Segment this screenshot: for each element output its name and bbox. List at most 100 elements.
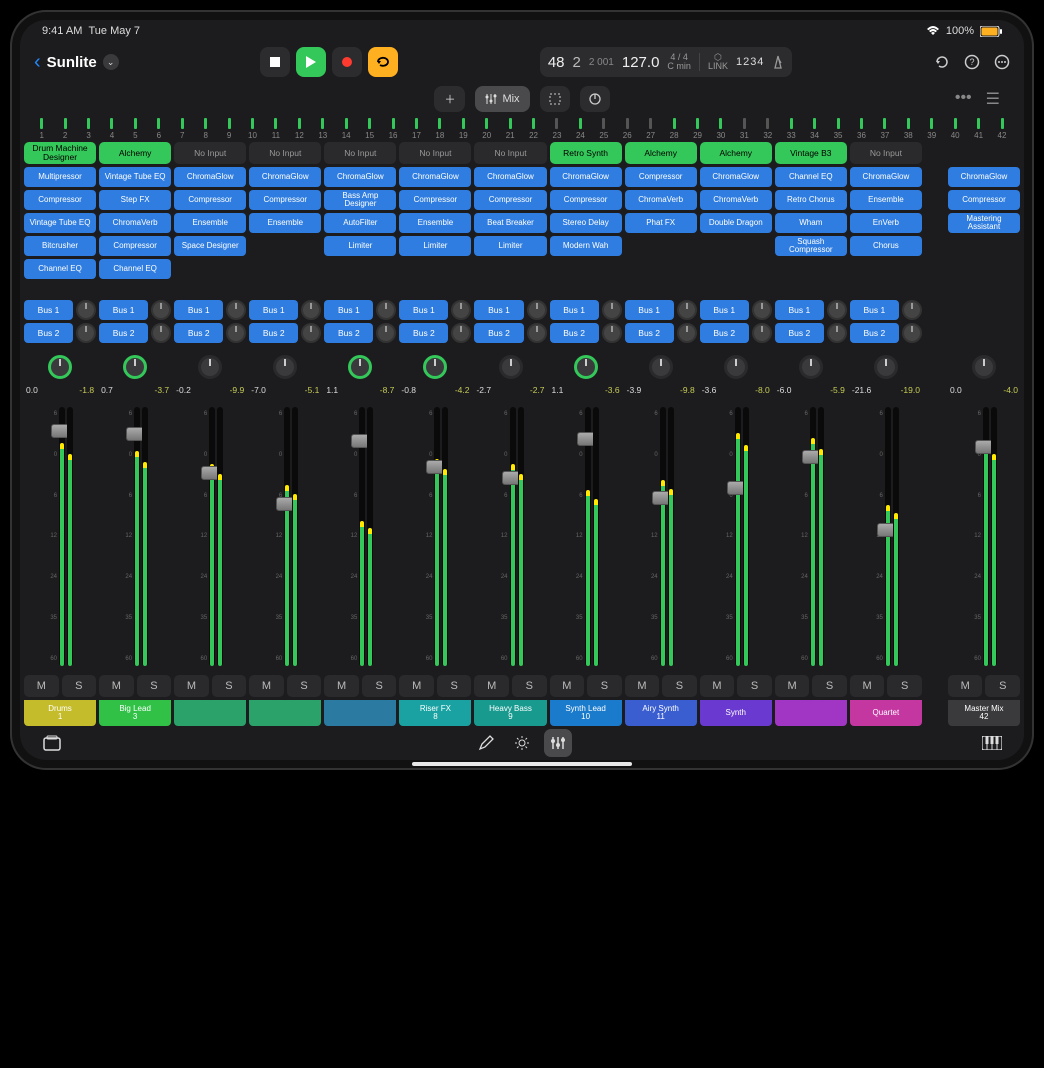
mute-button[interactable]: M [399,675,434,697]
pan-knob[interactable] [874,355,898,379]
solo-button[interactable]: S [887,675,922,697]
send-knob[interactable] [827,323,847,343]
more-icon[interactable] [994,54,1010,70]
plugin-slot[interactable]: Limiter [474,236,546,256]
channel-name[interactable] [775,700,847,726]
mute-button[interactable]: M [850,675,885,697]
instrument-slot[interactable]: Alchemy [99,142,171,164]
send-knob[interactable] [902,323,922,343]
mute-button[interactable]: M [948,675,983,697]
undo-icon[interactable] [934,54,950,70]
send-knob[interactable] [451,300,471,320]
send-knob[interactable] [226,323,246,343]
back-button[interactable]: ‹ [34,51,41,74]
plugin-slot[interactable]: Channel EQ [24,259,96,279]
add-button[interactable]: ＋ [434,86,465,112]
plugin-slot[interactable]: ChromaGlow [550,167,622,187]
instrument-slot[interactable]: Alchemy [700,142,772,164]
send-knob[interactable] [151,300,171,320]
channel-name[interactable]: Big Lead3 [99,700,171,726]
send-knob[interactable] [451,323,471,343]
plugin-slot[interactable]: Wham [775,213,847,233]
project-title[interactable]: Sunlite [47,54,97,71]
view-more-icon[interactable]: ••• [955,89,972,109]
mute-button[interactable]: M [24,675,59,697]
fader-track[interactable] [434,407,440,666]
channel-name[interactable]: Synth Lead10 [550,700,622,726]
loop-button[interactable] [368,47,398,77]
send-slot[interactable]: Bus 1 [399,300,448,320]
track-ruler[interactable]: 1234567891011121314151617181920212223242… [20,116,1024,142]
plugin-slot[interactable]: Mastering Assistant [948,213,1020,233]
mixer-icon[interactable] [544,729,572,757]
brightness-icon[interactable] [508,729,536,757]
send-knob[interactable] [677,300,697,320]
plugin-slot[interactable]: Vintage Tube EQ [99,167,171,187]
link-button[interactable]: ⬡LINK [708,53,728,71]
plugin-slot[interactable]: Compressor [174,190,246,210]
send-knob[interactable] [752,323,772,343]
instrument-slot[interactable]: Vintage B3 [775,142,847,164]
instrument-slot[interactable]: No Input [399,142,471,164]
send-slot[interactable]: Bus 2 [24,323,73,343]
send-knob[interactable] [602,323,622,343]
plugin-slot[interactable]: ChromaVerb [700,190,772,210]
send-knob[interactable] [226,300,246,320]
send-knob[interactable] [376,323,396,343]
solo-button[interactable]: S [362,675,397,697]
keyboard-icon[interactable] [978,729,1006,757]
plugin-slot[interactable]: ChromaGlow [474,167,546,187]
send-knob[interactable] [301,300,321,320]
send-slot[interactable]: Bus 1 [474,300,523,320]
send-slot[interactable]: Bus 2 [249,323,298,343]
fader-track[interactable] [885,407,891,666]
send-knob[interactable] [752,300,772,320]
solo-button[interactable]: S [985,675,1020,697]
instrument-slot[interactable]: No Input [324,142,396,164]
plugin-slot[interactable]: Bitcrusher [24,236,96,256]
send-knob[interactable] [76,300,96,320]
send-slot[interactable]: Bus 1 [99,300,148,320]
send-knob[interactable] [151,323,171,343]
fader-track[interactable] [134,407,140,666]
view-list-icon[interactable]: ☰ [986,89,1000,109]
fader-track[interactable] [209,407,215,666]
solo-button[interactable]: S [812,675,847,697]
pan-knob[interactable] [499,355,523,379]
instrument-slot[interactable]: No Input [850,142,922,164]
send-slot[interactable]: Bus 2 [474,323,523,343]
plugin-slot[interactable]: Vintage Tube EQ [24,213,96,233]
instrument-slot[interactable]: Drum Machine Designer [24,142,96,164]
lcd-display[interactable]: 48 2 2 001 127.0 4 / 4C min ⬡LINK 1234 [540,47,793,77]
channel-name[interactable]: Airy Synth11 [625,700,697,726]
plugin-slot[interactable]: Double Dragon [700,213,772,233]
mix-view-button[interactable]: Mix [475,86,529,112]
send-slot[interactable]: Bus 1 [174,300,223,320]
pan-knob[interactable] [724,355,748,379]
plugin-slot[interactable]: Ensemble [399,213,471,233]
send-knob[interactable] [902,300,922,320]
send-slot[interactable]: Bus 1 [24,300,73,320]
plugin-slot[interactable]: Compressor [625,167,697,187]
send-slot[interactable]: Bus 1 [625,300,674,320]
help-icon[interactable]: ? [964,54,980,70]
plugin-slot[interactable]: Space Designer [174,236,246,256]
plugin-slot[interactable]: Step FX [99,190,171,210]
pan-knob[interactable] [273,355,297,379]
pan-knob[interactable] [348,355,372,379]
plugin-slot[interactable]: Compressor [948,190,1020,210]
plugin-slot[interactable]: Beat Breaker [474,213,546,233]
plugin-slot[interactable]: Chorus [850,236,922,256]
channel-name[interactable]: Quartet [850,700,922,726]
solo-button[interactable]: S [287,675,322,697]
plugin-slot[interactable]: Phat FX [625,213,697,233]
send-slot[interactable]: Bus 1 [850,300,899,320]
channel-name[interactable]: Synth [700,700,772,726]
send-slot[interactable]: Bus 1 [700,300,749,320]
send-knob[interactable] [602,300,622,320]
fader-track[interactable] [735,407,741,666]
plugin-slot[interactable]: ChromaGlow [249,167,321,187]
plugin-slot[interactable]: Retro Chorus [775,190,847,210]
library-icon[interactable] [38,729,66,757]
solo-button[interactable]: S [662,675,697,697]
